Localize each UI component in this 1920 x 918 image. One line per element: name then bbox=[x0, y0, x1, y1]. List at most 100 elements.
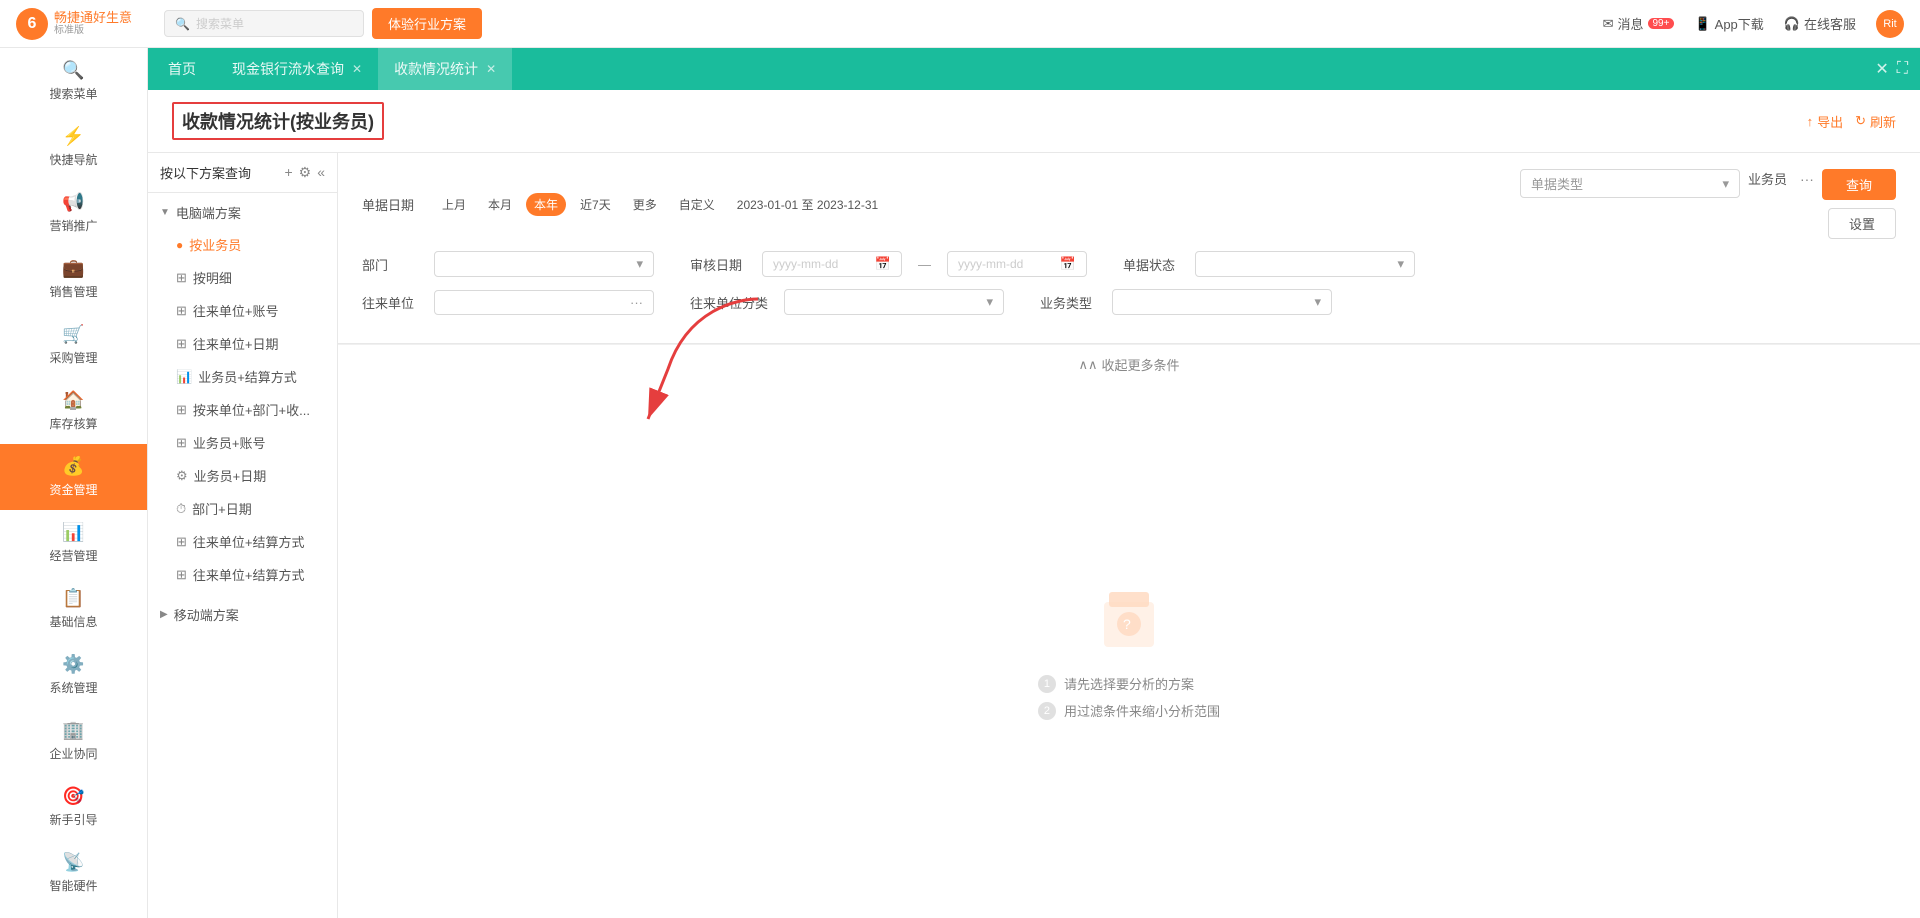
sidebar-item-smart-hardware[interactable]: 📡 智能硬件 bbox=[0, 840, 147, 906]
mobile-schemes-group: ▶ 移动端方案 bbox=[148, 595, 337, 634]
date-range-display: 2023-01-01 至 2023-12-31 bbox=[737, 196, 878, 213]
date-tab-last-7[interactable]: 近7天 bbox=[572, 193, 619, 216]
empty-step-1: 1 请先选择要分析的方案 bbox=[1038, 674, 1220, 693]
salesman-more-icon[interactable]: ··· bbox=[1800, 171, 1814, 187]
sidebar-item-base-info[interactable]: 📋 基础信息 bbox=[0, 576, 147, 642]
message-icon: ✉ bbox=[1603, 16, 1614, 32]
new-guide-icon: 🎯 bbox=[62, 786, 84, 807]
scheme-item-unit-payment1[interactable]: ⊞ 往来单位+结算方式 bbox=[148, 525, 337, 558]
quick-nav-icon: ⚡ bbox=[62, 126, 84, 147]
tab-bank-flow[interactable]: 现金银行流水查询 ✕ bbox=[216, 48, 378, 90]
dept-label: 部门 bbox=[362, 255, 418, 274]
finance-icon: 💰 bbox=[62, 456, 84, 477]
business-type-select[interactable]: ▾ bbox=[1112, 289, 1332, 315]
sidebar-item-system[interactable]: ⚙️ 系统管理 bbox=[0, 642, 147, 708]
tab-home[interactable]: 首页 bbox=[148, 48, 216, 90]
scheme-item-by-salesman[interactable]: ● 按业务员 bbox=[148, 228, 337, 261]
smart-hardware-icon: 📡 bbox=[62, 852, 84, 873]
svg-text:?: ? bbox=[1123, 616, 1131, 632]
filter-row-1: 单据日期 上月 本月 本年 近7天 更多 自定义 2023-01-01 至 20… bbox=[362, 169, 1896, 239]
pc-schemes-header[interactable]: ▼ 电脑端方案 bbox=[148, 197, 337, 228]
scheme-item-unit-payment2[interactable]: ⊞ 往来单位+结算方式 bbox=[148, 558, 337, 591]
step-num-2: 2 bbox=[1038, 702, 1056, 720]
sidebar-item-marketing[interactable]: 📢 营销推广 bbox=[0, 180, 147, 246]
online-service-item[interactable]: 🎧 在线客服 bbox=[1784, 14, 1856, 33]
close-bank-flow-tab-icon[interactable]: ✕ bbox=[352, 62, 362, 76]
unit-date-icon: ⊞ bbox=[176, 336, 187, 352]
close-receipt-stats-tab-icon[interactable]: ✕ bbox=[486, 62, 496, 76]
base-info-icon: 📋 bbox=[62, 588, 84, 609]
tab-close-all-icon[interactable]: ✕ bbox=[1875, 59, 1888, 79]
detail-scheme-icon: ⊞ bbox=[176, 270, 187, 286]
sidebar-item-enterprise[interactable]: 🏢 企业协同 bbox=[0, 708, 147, 774]
collapse-scheme-icon[interactable]: « bbox=[317, 164, 325, 181]
logo-area: 6 畅捷通好生意 标准版 bbox=[16, 8, 164, 40]
calendar-from-icon[interactable]: 📅 bbox=[875, 256, 891, 272]
sidebar-item-finance[interactable]: 💰 资金管理 bbox=[0, 444, 147, 510]
page-title: 收款情况统计(按业务员) bbox=[172, 102, 384, 140]
scheme-item-unit-dept[interactable]: ⊞ 按来单位+部门+收... bbox=[148, 393, 337, 426]
doc-status-label: 单据状态 bbox=[1123, 255, 1179, 274]
sidebar-item-sales[interactable]: 💼 销售管理 bbox=[0, 246, 147, 312]
logo-icon: 6 bbox=[16, 8, 48, 40]
search-input[interactable]: 🔍 搜索菜单 bbox=[164, 10, 364, 37]
dept-date-icon: ⏱ bbox=[176, 501, 186, 517]
salesman-scheme-icon: ● bbox=[176, 238, 183, 252]
query-button[interactable]: 查询 bbox=[1822, 169, 1896, 200]
sidebar-item-quick-nav[interactable]: ⚡ 快捷导航 bbox=[0, 114, 147, 180]
date-tab-last-month[interactable]: 上月 bbox=[434, 193, 474, 216]
export-button[interactable]: ↑ 导出 bbox=[1807, 112, 1844, 131]
counterpart-more-icon[interactable]: ··· bbox=[630, 295, 643, 310]
add-scheme-icon[interactable]: + bbox=[284, 164, 292, 181]
app-download-item[interactable]: 📱 App下载 bbox=[1694, 14, 1763, 33]
trial-button[interactable]: 体验行业方案 bbox=[372, 8, 482, 39]
business-type-dropdown-icon: ▾ bbox=[1314, 294, 1321, 310]
settings-button[interactable]: 设置 bbox=[1828, 208, 1896, 239]
scheme-settings-icon[interactable]: ⚙ bbox=[299, 164, 312, 181]
refresh-button[interactable]: ↻ 刷新 bbox=[1855, 112, 1896, 131]
doc-type-select[interactable]: 单据类型 ▾ bbox=[1520, 169, 1740, 198]
scheme-item-salesman-account[interactable]: ⊞ 业务员+账号 bbox=[148, 426, 337, 459]
header-search-area: 🔍 搜索菜单 体验行业方案 bbox=[164, 8, 1603, 39]
scheme-item-salesman-payment[interactable]: 📊 业务员+结算方式 bbox=[148, 360, 337, 393]
sidebar-item-new-guide[interactable]: 🎯 新手引导 bbox=[0, 774, 147, 840]
tab-expand-icon[interactable]: ⛶ bbox=[1897, 60, 1908, 78]
unit-dept-icon: ⊞ bbox=[176, 402, 187, 418]
sidebar-item-purchase[interactable]: 🛒 采购管理 bbox=[0, 312, 147, 378]
review-date-from[interactable]: yyyy-mm-dd 📅 bbox=[762, 251, 902, 277]
date-tab-custom[interactable]: 自定义 bbox=[671, 193, 723, 216]
sidebar-item-search-menu[interactable]: 🔍 搜索菜单 bbox=[0, 48, 147, 114]
sidebar: 🔍 搜索菜单 ⚡ 快捷导航 📢 营销推广 💼 销售管理 🛒 采购管理 🏠 库存核… bbox=[0, 48, 148, 918]
scheme-item-salesman-date[interactable]: ⚙ 业务员+日期 bbox=[148, 459, 337, 492]
sidebar-item-operation[interactable]: 📊 经营管理 bbox=[0, 510, 147, 576]
top-header: 6 畅捷通好生意 标准版 🔍 搜索菜单 体验行业方案 ✉ 消息 99+ 📱 Ap… bbox=[0, 0, 1920, 48]
mobile-schemes-header[interactable]: ▶ 移动端方案 bbox=[148, 599, 337, 630]
user-avatar[interactable]: Rit bbox=[1876, 10, 1904, 38]
date-tab-this-year[interactable]: 本年 bbox=[526, 193, 566, 216]
tab-receipt-stats[interactable]: 收款情况统计 ✕ bbox=[378, 48, 512, 90]
date-tab-more[interactable]: 更多 bbox=[625, 193, 665, 216]
collapse-more-bar[interactable]: ∧∧ 收起更多条件 bbox=[338, 344, 1920, 384]
date-tab-this-month[interactable]: 本月 bbox=[480, 193, 520, 216]
salesman-filter-label: 业务员 bbox=[1748, 169, 1788, 188]
empty-steps: 1 请先选择要分析的方案 2 用过滤条件来缩小分析范围 bbox=[1038, 674, 1220, 720]
message-item[interactable]: ✉ 消息 99+ bbox=[1603, 14, 1675, 33]
scheme-item-unit-date[interactable]: ⊞ 往来单位+日期 bbox=[148, 327, 337, 360]
counterpart-category-select[interactable]: ▾ bbox=[784, 289, 1004, 315]
inventory-icon: 🏠 bbox=[62, 390, 84, 411]
scheme-item-dept-date[interactable]: ⏱ 部门+日期 bbox=[148, 492, 337, 525]
review-date-to[interactable]: yyyy-mm-dd 📅 bbox=[947, 251, 1087, 277]
sidebar-item-enterprise-wechat[interactable]: 💬 企业微信 bbox=[0, 906, 147, 918]
sidebar-item-inventory[interactable]: 🏠 库存核算 bbox=[0, 378, 147, 444]
dept-select[interactable]: ▾ bbox=[434, 251, 654, 277]
doc-status-select[interactable]: ▾ bbox=[1195, 251, 1415, 277]
calendar-to-icon[interactable]: 📅 bbox=[1060, 256, 1076, 272]
unit-payment1-icon: ⊞ bbox=[176, 534, 187, 550]
counterpart-label: 往来单位 bbox=[362, 293, 418, 312]
scheme-item-unit-account[interactable]: ⊞ 往来单位+账号 bbox=[148, 294, 337, 327]
filter-panel: 单据日期 上月 本月 本年 近7天 更多 自定义 2023-01-01 至 20… bbox=[338, 153, 1920, 918]
scheme-item-by-detail[interactable]: ⊞ 按明细 bbox=[148, 261, 337, 294]
page-header: 收款情况统计(按业务员) ↑ 导出 ↻ 刷新 bbox=[148, 90, 1920, 153]
logo-badge: 标准版 bbox=[54, 25, 132, 37]
counterpart-select[interactable]: ··· bbox=[434, 290, 654, 315]
